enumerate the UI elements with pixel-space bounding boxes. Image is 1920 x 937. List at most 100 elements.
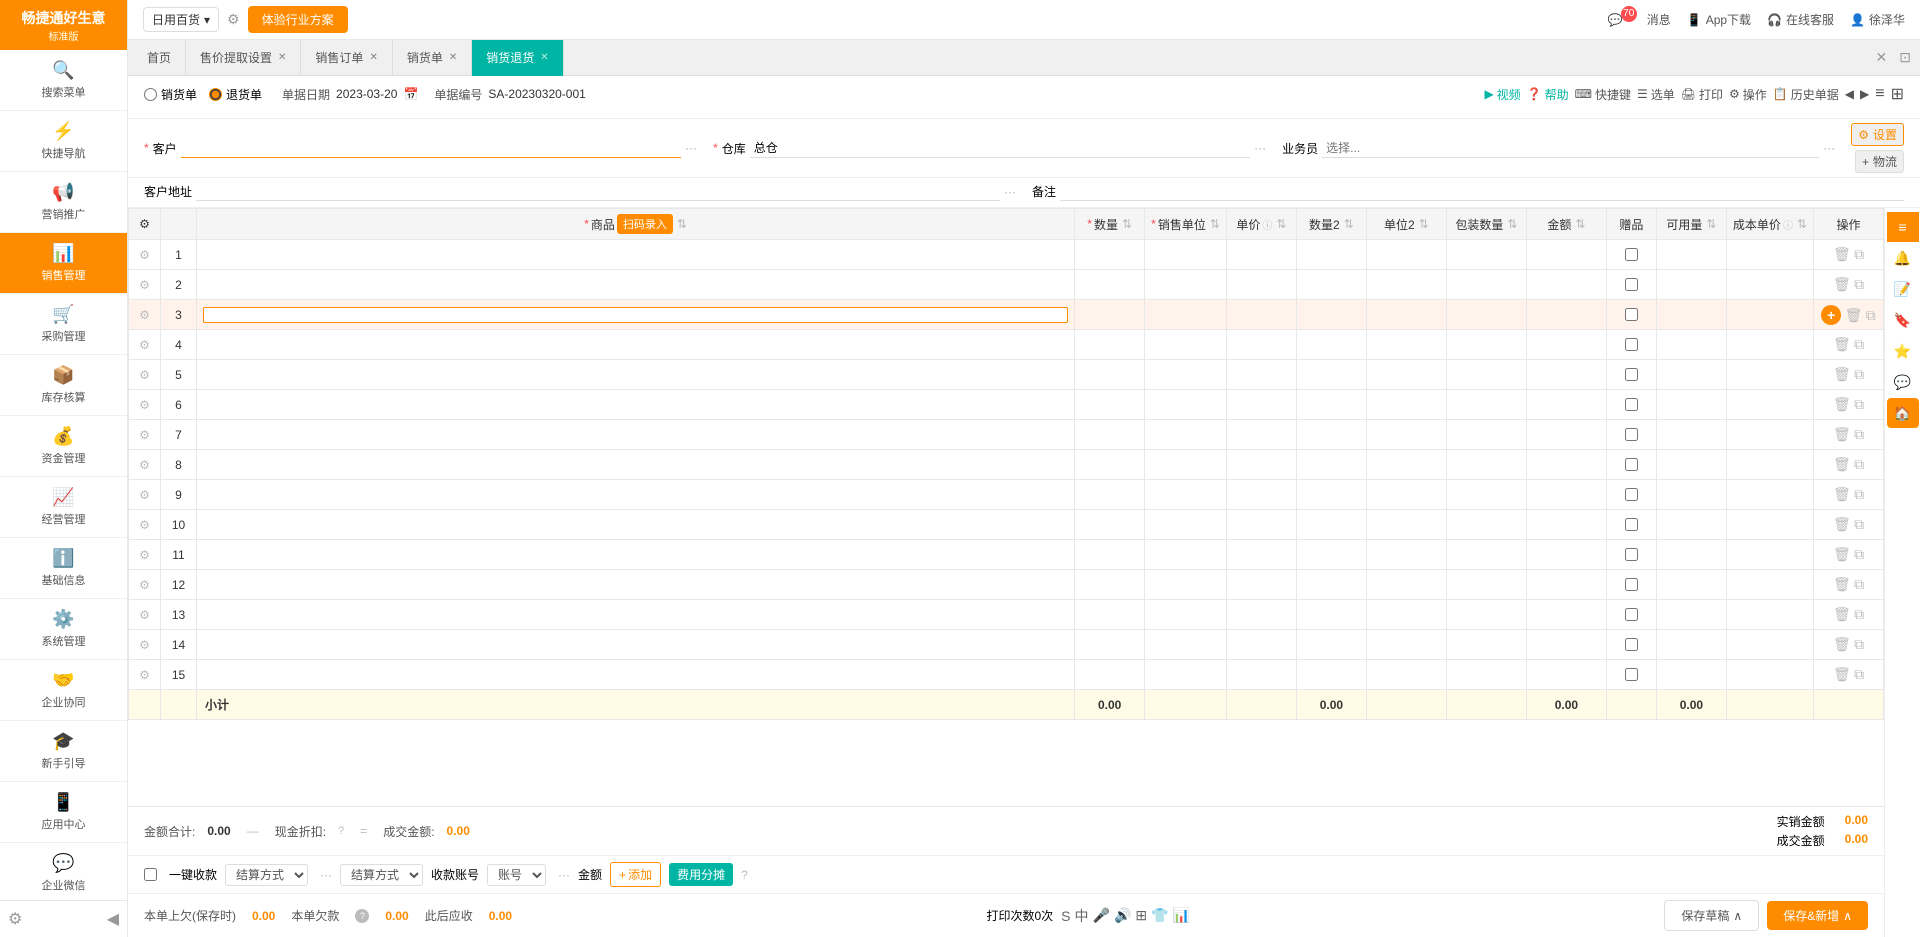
sidebar-item-库存核算[interactable]: 📦库存核算 — [0, 355, 127, 416]
row-gear-icon[interactable]: ⚙ — [139, 638, 150, 652]
product-sort-icon[interactable]: ⇅ — [677, 217, 687, 231]
row-pack-10[interactable] — [1446, 510, 1526, 540]
online-service-group[interactable]: 🎧 在线客服 — [1767, 11, 1834, 28]
row-unit2-2[interactable] — [1366, 270, 1446, 300]
row-qty2-4[interactable] — [1296, 330, 1366, 360]
row-product-2[interactable] — [197, 270, 1075, 300]
row-cost-7[interactable] — [1726, 420, 1813, 450]
row-amount-3[interactable] — [1526, 300, 1606, 330]
vrb-list-icon[interactable]: ≡ — [1887, 212, 1919, 242]
row-gear-7[interactable]: ⚙ — [129, 420, 161, 450]
sidebar-item-采购管理[interactable]: 🛒采购管理 — [0, 294, 127, 355]
row-amount-2[interactable] — [1526, 270, 1606, 300]
row-product-3[interactable] — [197, 300, 1075, 330]
row-price-10[interactable] — [1226, 510, 1296, 540]
save-draft-btn[interactable]: 保存草稿 ∧ — [1664, 900, 1759, 931]
gift-checkbox-9[interactable] — [1625, 488, 1638, 501]
row-unit-13[interactable] — [1145, 600, 1227, 630]
row-unit-9[interactable] — [1145, 480, 1227, 510]
unit-sort-icon[interactable]: ⇅ — [1210, 217, 1220, 231]
row-gear-5[interactable]: ⚙ — [129, 360, 161, 390]
add-row-btn[interactable]: + — [1821, 305, 1841, 325]
qty-sort-icon[interactable]: ⇅ — [1122, 217, 1132, 231]
row-qty-2[interactable] — [1075, 270, 1145, 300]
row-avail-3[interactable] — [1656, 300, 1726, 330]
vrb-chat-icon[interactable]: 💬 — [1887, 367, 1919, 397]
row-price-1[interactable] — [1226, 240, 1296, 270]
row-gear-1[interactable]: ⚙ — [129, 240, 161, 270]
row-avail-2[interactable] — [1656, 270, 1726, 300]
row-gift-11[interactable] — [1606, 540, 1656, 570]
row-qty-12[interactable] — [1075, 570, 1145, 600]
copy-row-btn[interactable]: ⧉ — [1854, 396, 1864, 412]
row-product-13[interactable] — [197, 600, 1075, 630]
gift-checkbox-7[interactable] — [1625, 428, 1638, 441]
fee-help-icon[interactable]: ? — [741, 868, 748, 882]
delete-row-btn[interactable]: 🗑 — [1833, 246, 1851, 262]
row-price-12[interactable] — [1226, 570, 1296, 600]
tab-售价提取设置[interactable]: 售价提取设置✕ — [186, 40, 301, 76]
row-product-15[interactable] — [197, 660, 1075, 690]
close-tab-btn[interactable]: ✕ — [1872, 47, 1892, 68]
row-avail-5[interactable] — [1656, 360, 1726, 390]
row-pack-3[interactable] — [1446, 300, 1526, 330]
row-gear-icon[interactable]: ⚙ — [139, 458, 150, 472]
industry-select[interactable]: 日用百货 ▾ — [143, 7, 219, 32]
account-dots[interactable]: ··· — [558, 868, 570, 882]
row-qty-10[interactable] — [1075, 510, 1145, 540]
row-price-3[interactable] — [1226, 300, 1296, 330]
delete-row-btn[interactable]: 🗑 — [1845, 307, 1863, 323]
row-pack-14[interactable] — [1446, 630, 1526, 660]
row-pack-2[interactable] — [1446, 270, 1526, 300]
gift-checkbox-5[interactable] — [1625, 368, 1638, 381]
sidebar-settings-icon[interactable]: ⚙ — [8, 909, 22, 929]
tab-销货退货[interactable]: 销货退货✕ — [472, 40, 563, 76]
row-unit-1[interactable] — [1145, 240, 1227, 270]
row-gear-8[interactable]: ⚙ — [129, 450, 161, 480]
billing-method-select[interactable]: 结算方式 — [225, 864, 308, 886]
row-qty-3[interactable] — [1075, 300, 1145, 330]
row-qty2-11[interactable] — [1296, 540, 1366, 570]
copy-row-btn[interactable]: ⧉ — [1854, 606, 1864, 622]
sidebar-item-销售管理[interactable]: 📊销售管理 — [0, 233, 127, 294]
tool-shirt-icon[interactable]: 👕 — [1151, 907, 1168, 924]
tool-zhong-icon[interactable]: 中 — [1075, 906, 1089, 926]
row-unit-10[interactable] — [1145, 510, 1227, 540]
topbar-gear-icon[interactable]: ⚙ — [227, 11, 240, 28]
row-amount-9[interactable] — [1526, 480, 1606, 510]
row-amount-8[interactable] — [1526, 450, 1606, 480]
row-gear-icon[interactable]: ⚙ — [139, 428, 150, 442]
tool-grid-icon[interactable]: ⊞ — [1135, 907, 1147, 924]
row-gift-13[interactable] — [1606, 600, 1656, 630]
row-gear-3[interactable]: ⚙ — [129, 300, 161, 330]
maximize-btn[interactable]: ⊡ — [1895, 47, 1915, 68]
row-unit2-14[interactable] — [1366, 630, 1446, 660]
operations-btn[interactable]: ⚙ 操作 — [1729, 86, 1767, 103]
row-avail-11[interactable] — [1656, 540, 1726, 570]
row-cost-6[interactable] — [1726, 390, 1813, 420]
row-qty-5[interactable] — [1075, 360, 1145, 390]
row-amount-7[interactable] — [1526, 420, 1606, 450]
row-product-9[interactable] — [197, 480, 1075, 510]
row-gear-15[interactable]: ⚙ — [129, 660, 161, 690]
vrb-note-icon[interactable]: 📝 — [1887, 274, 1919, 304]
gift-checkbox-14[interactable] — [1625, 638, 1638, 651]
row-gear-icon[interactable]: ⚙ — [139, 338, 150, 352]
radio-return-input[interactable] — [209, 88, 222, 101]
row-avail-7[interactable] — [1656, 420, 1726, 450]
row-gift-2[interactable] — [1606, 270, 1656, 300]
row-unit-12[interactable] — [1145, 570, 1227, 600]
delete-row-btn[interactable]: 🗑 — [1833, 636, 1851, 652]
row-qty-15[interactable] — [1075, 660, 1145, 690]
row-price-2[interactable] — [1226, 270, 1296, 300]
cost-info-icon[interactable]: ⓘ — [1783, 217, 1793, 232]
row-price-5[interactable] — [1226, 360, 1296, 390]
row-product-10[interactable] — [197, 510, 1075, 540]
save-new-btn[interactable]: 保存&新增 ∧ — [1767, 901, 1868, 930]
row-product-4[interactable] — [197, 330, 1075, 360]
customer-dots[interactable]: ··· — [685, 141, 697, 155]
row-qty-8[interactable] — [1075, 450, 1145, 480]
delete-row-btn[interactable]: 🗑 — [1833, 456, 1851, 472]
cost-sort-icon[interactable]: ⇅ — [1797, 217, 1807, 231]
row-product-14[interactable] — [197, 630, 1075, 660]
